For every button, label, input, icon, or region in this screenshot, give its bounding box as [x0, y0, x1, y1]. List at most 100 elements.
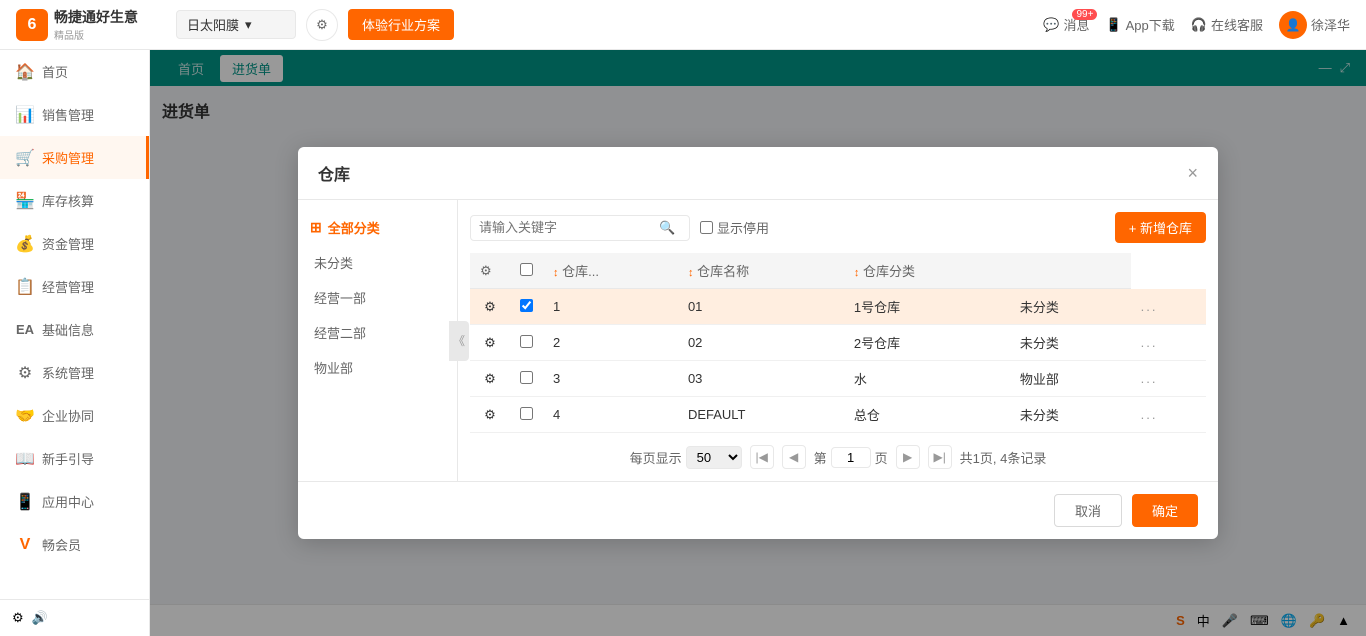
settings-button[interactable]: ⚙: [306, 9, 338, 41]
category-panel: ⊞ 全部分类 未分类 经营一部 经营二部 物业部: [298, 200, 458, 481]
all-category-item[interactable]: ⊞ 全部分类: [298, 210, 457, 245]
page-label: 第: [814, 448, 827, 467]
phone-icon: 📱: [1105, 17, 1121, 33]
total-label: 共1页, 4条记录: [960, 448, 1047, 467]
row-more-3[interactable]: ...: [1131, 397, 1206, 433]
per-page-dropdown[interactable]: 50 100 200: [686, 446, 742, 469]
logo-area: 6 畅捷通好生意 精品版: [16, 7, 166, 42]
trial-button[interactable]: 体验行业方案: [348, 9, 454, 40]
row-code-2: 03: [678, 361, 844, 397]
sidebar-sound-icon[interactable]: 🔊: [32, 610, 48, 626]
add-warehouse-button[interactable]: + 新增仓库: [1115, 212, 1206, 243]
table-header-checkbox[interactable]: [510, 253, 543, 289]
online-service-item[interactable]: 🎧 在线客服: [1191, 15, 1263, 34]
sidebar-label-vip: 畅会员: [42, 535, 81, 554]
show-disabled-checkbox[interactable]: 显示停用: [700, 218, 769, 237]
row-gear-3[interactable]: ⚙: [470, 397, 510, 433]
table-header-category: ↕ 仓库分类: [844, 253, 1010, 289]
online-service-label: 在线客服: [1211, 15, 1263, 34]
table-row[interactable]: ⚙ 1 01 1号仓库 未分类 ...: [470, 289, 1206, 325]
table-panel: 🔍 显示停用 + 新增仓库 ⚙: [458, 200, 1218, 481]
search-icon[interactable]: 🔍: [659, 220, 675, 236]
confirm-button[interactable]: 确定: [1132, 494, 1198, 527]
app-download-item[interactable]: 📱 App下载: [1105, 15, 1174, 34]
sidebar-label-enterprise: 企业协同: [42, 406, 94, 425]
table-header-code: ↕ 仓库...: [543, 253, 678, 289]
select-all-checkbox[interactable]: [520, 263, 533, 276]
purchase-icon: 🛒: [16, 149, 34, 167]
modal-overlay: 仓库 × ⊞ 全部分类 未分类 经营: [150, 50, 1366, 636]
sidebar-item-home[interactable]: 🏠 首页: [0, 50, 149, 93]
row-no-0: 1: [543, 289, 678, 325]
sidebar-item-apps[interactable]: 📱 应用中心: [0, 480, 149, 523]
page-number-input[interactable]: [831, 447, 871, 468]
sidebar-label-sales: 销售管理: [42, 105, 94, 124]
sidebar-item-operations[interactable]: 📋 经营管理: [0, 265, 149, 308]
category-item-ops1[interactable]: 经营一部: [298, 280, 457, 315]
message-icon: 💬: [1043, 17, 1059, 33]
finance-icon: 💰: [16, 235, 34, 253]
row-category-3: 未分类: [1010, 397, 1131, 433]
logo-text: 畅捷通好生意: [54, 7, 138, 27]
category-item-unclassified[interactable]: 未分类: [298, 245, 457, 280]
messages-item[interactable]: 💬 消息 99+: [1043, 15, 1089, 34]
sidebar-item-guide[interactable]: 📖 新手引导: [0, 437, 149, 480]
sidebar-item-system[interactable]: ⚙ 系统管理: [0, 351, 149, 394]
cancel-button[interactable]: 取消: [1054, 494, 1122, 527]
prev-page-button[interactable]: ◀: [782, 445, 806, 469]
category-item-property[interactable]: 物业部: [298, 350, 457, 385]
row-code-1: 02: [678, 325, 844, 361]
row-more-1[interactable]: ...: [1131, 325, 1206, 361]
row-gear-0[interactable]: ⚙: [470, 289, 510, 325]
table-row[interactable]: ⚙ 2 02 2号仓库 未分类 ...: [470, 325, 1206, 361]
row-more-0[interactable]: ...: [1131, 289, 1206, 325]
sort-icon-category: ↕: [854, 267, 860, 279]
row-checkbox-2[interactable]: [510, 361, 543, 397]
table-header-gear[interactable]: ⚙: [470, 253, 510, 289]
row-code-0: 01: [678, 289, 844, 325]
first-page-button[interactable]: |◀: [750, 445, 774, 469]
sidebar-item-sales[interactable]: 📊 销售管理: [0, 93, 149, 136]
next-page-button[interactable]: ▶: [896, 445, 920, 469]
sidebar-item-purchase[interactable]: 🛒 采购管理: [0, 136, 149, 179]
table-row[interactable]: ⚙ 3 03 水 物业部 ...: [470, 361, 1206, 397]
row-gear-1[interactable]: ⚙: [470, 325, 510, 361]
sidebar-item-enterprise[interactable]: 🤝 企业协同: [0, 394, 149, 437]
modal-title: 仓库: [318, 161, 350, 185]
show-disabled-input[interactable]: [700, 221, 713, 234]
avatar: 👤: [1279, 11, 1307, 39]
basic-info-icon: EA: [16, 321, 34, 339]
row-checkbox-1[interactable]: [510, 325, 543, 361]
per-page-label: 每页显示: [630, 448, 682, 467]
store-selector[interactable]: 日太阳膜 ▾: [176, 10, 296, 39]
table-header-actions: [1010, 253, 1131, 289]
last-page-button[interactable]: ▶|: [928, 445, 952, 469]
user-name: 徐泽华: [1311, 15, 1350, 34]
modal-close-button[interactable]: ×: [1187, 163, 1198, 184]
row-checkbox-0[interactable]: [510, 289, 543, 325]
row-no-3: 4: [543, 397, 678, 433]
category-item-ops2[interactable]: 经营二部: [298, 315, 457, 350]
row-checkbox-3[interactable]: [510, 397, 543, 433]
sidebar-item-basic-info[interactable]: EA 基础信息: [0, 308, 149, 351]
sidebar-item-vip[interactable]: V 畅会员: [0, 523, 149, 566]
row-name-3: 总仓: [844, 397, 1010, 433]
sidebar-label-inventory: 库存核算: [42, 191, 94, 210]
row-more-2[interactable]: ...: [1131, 361, 1206, 397]
warehouse-modal: 仓库 × ⊞ 全部分类 未分类 经营: [298, 147, 1218, 539]
sidebar-settings-icon[interactable]: ⚙: [12, 610, 24, 626]
row-gear-2[interactable]: ⚙: [470, 361, 510, 397]
sidebar-item-inventory[interactable]: 🏪 库存核算: [0, 179, 149, 222]
sidebar-label-purchase: 采购管理: [42, 148, 94, 167]
sort-icon-name: ↕: [688, 267, 694, 279]
sidebar-item-finance[interactable]: 💰 资金管理: [0, 222, 149, 265]
user-item[interactable]: 👤 徐泽华: [1279, 11, 1350, 39]
grid-icon: ⊞: [310, 219, 322, 236]
table-row[interactable]: ⚙ 4 DEFAULT 总仓 未分类 ...: [470, 397, 1206, 433]
collapse-button[interactable]: 《: [449, 321, 469, 361]
table-header-row: ⚙ ↕ 仓库... ↕ 仓库名称: [470, 253, 1206, 289]
guide-icon: 📖: [16, 450, 34, 468]
search-input-wrap[interactable]: 🔍: [470, 215, 690, 241]
search-input[interactable]: [479, 220, 659, 235]
modal-body: ⊞ 全部分类 未分类 经营一部 经营二部 物业部: [298, 200, 1218, 481]
